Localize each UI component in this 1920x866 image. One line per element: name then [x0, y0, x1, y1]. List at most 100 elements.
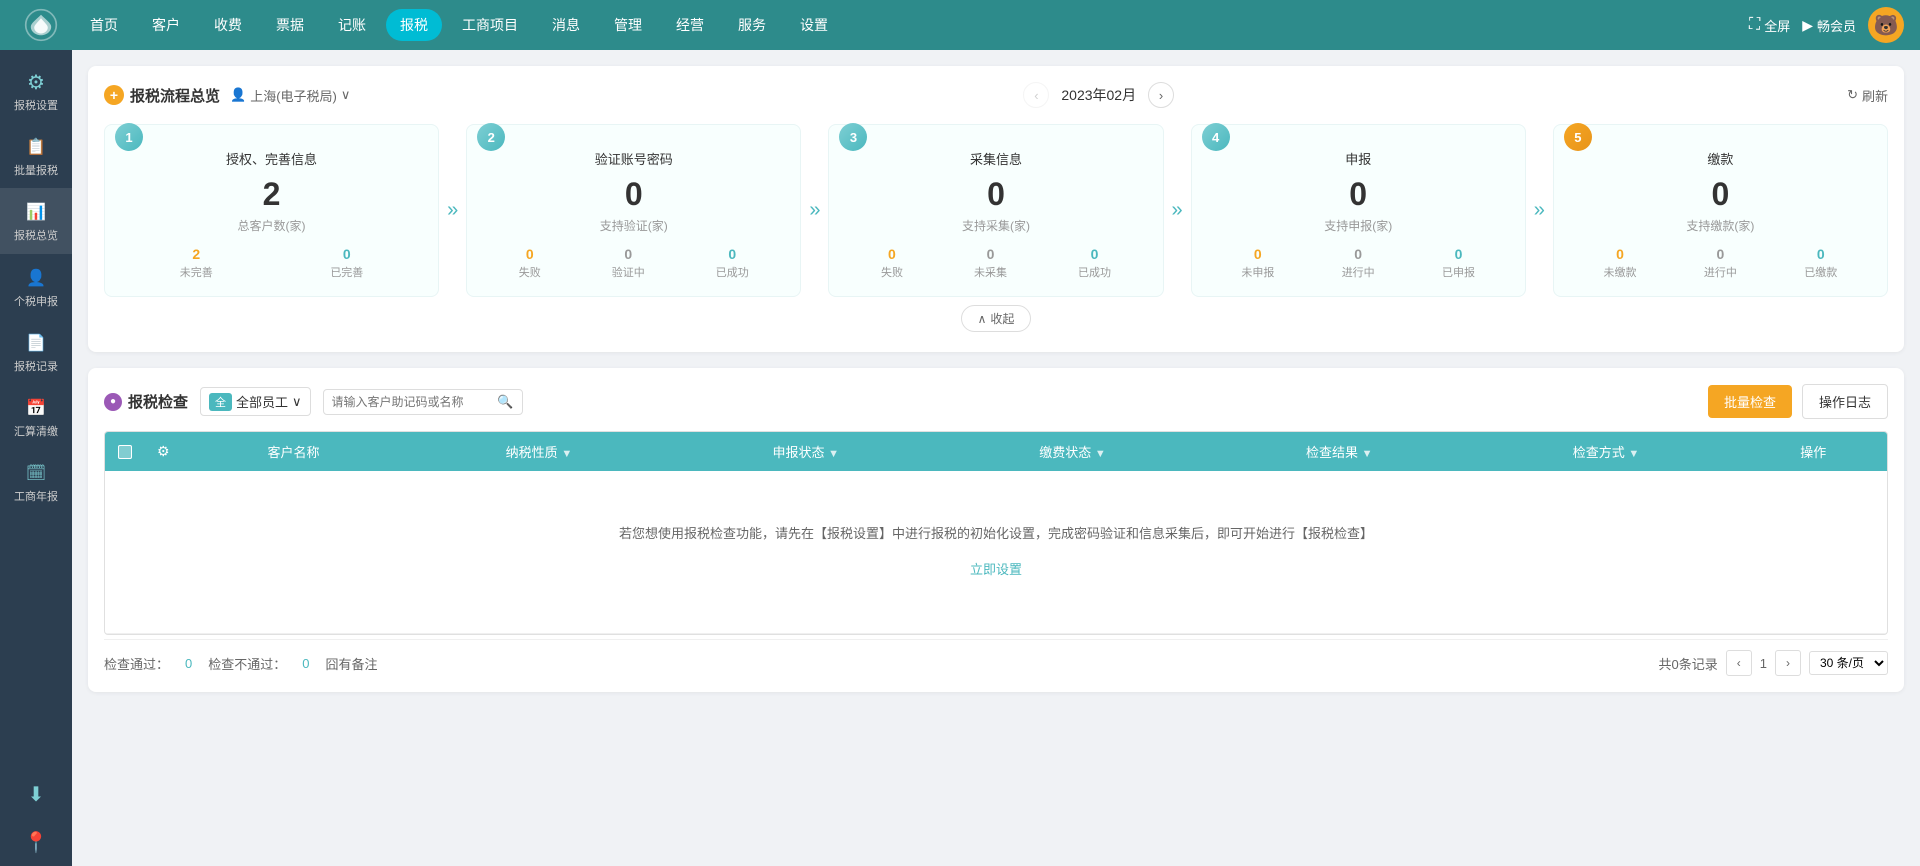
avatar[interactable]: 🐻	[1868, 7, 1904, 43]
fail-value[interactable]: 0	[302, 656, 309, 671]
arrow-2: »	[801, 124, 828, 297]
stat-label-2-2: 已成功	[716, 264, 749, 280]
stat-label-4-0: 未申报	[1241, 264, 1274, 280]
step-count-2: 0	[483, 176, 784, 213]
next-page-btn[interactable]: ›	[1775, 650, 1801, 676]
header-checkbox[interactable]	[117, 445, 133, 459]
nav-item-invoice[interactable]: 票据	[262, 9, 318, 41]
search-icon: 🔍	[497, 394, 513, 410]
sidebar-item-settlement[interactable]: 📅 汇算清缴	[0, 384, 72, 449]
stat-num-3-0: 0	[888, 246, 896, 262]
overview-header: + 报税流程总览 👤 上海(电子税局) ∨ ‹ 2023年02月 › ↻ 刷新	[104, 82, 1888, 108]
filter-icon-2[interactable]: ▼	[828, 448, 839, 460]
nav-item-client[interactable]: 客户	[138, 9, 194, 41]
sidebar-item-location[interactable]: 📍	[18, 818, 54, 866]
nav-item-home[interactable]: 首页	[76, 9, 132, 41]
step-subtitle-3: 支持采集(家)	[845, 217, 1146, 234]
stat-2-1: 0 验证中	[612, 246, 645, 280]
sidebar-item-batch-tax[interactable]: 📋 批量报税	[0, 123, 72, 188]
step-stats-4: 0 未申报 0 进行中 0 已申报	[1208, 246, 1509, 280]
sidebar-bottom: ⬇ 📍	[18, 770, 54, 866]
sidebar-item-download[interactable]: ⬇	[18, 770, 54, 818]
stat-label-1-1: 已完善	[330, 264, 363, 280]
nav-item-business[interactable]: 工商项目	[448, 9, 532, 41]
table-header-row: ⚙ 客户名称 纳税性质 ▼ 申报状态 ▼	[105, 432, 1887, 471]
current-page: 1	[1760, 656, 1767, 671]
sidebar-label-settlement: 汇算清缴	[14, 426, 58, 439]
collapse-btn[interactable]: ∧ 收起	[961, 305, 1032, 332]
empty-state-cell: 若您想使用报税检查功能，请先在【报税设置】中进行报税的初始化设置，完成密码验证和…	[105, 471, 1887, 634]
filter-chevron-icon: ∨	[292, 394, 302, 410]
filter-icon-1[interactable]: ▼	[561, 448, 572, 460]
refresh-btn[interactable]: ↻ 刷新	[1847, 86, 1888, 105]
process-card-4: 4 申报 0 支持申报(家) 0 未申报 0 进行中	[1191, 124, 1526, 297]
search-input[interactable]	[332, 395, 494, 409]
setup-link[interactable]: 立即设置	[970, 562, 1022, 577]
location-tag[interactable]: 👤 上海(电子税局) ∨	[230, 86, 350, 105]
check-title-text: 报税检查	[128, 391, 188, 412]
stat-3-0: 0 失败	[881, 246, 903, 280]
refresh-label: 刷新	[1862, 86, 1888, 105]
check-header: ● 报税检查 全 全部员工 ∨ 🔍 批量检查 操作日志	[104, 384, 1888, 419]
step-subtitle-4: 支持申报(家)	[1208, 217, 1509, 234]
top-nav-right: ⛶ 全屏 ▶ 畅会员 🐻	[1749, 7, 1904, 43]
employee-filter[interactable]: 全 全部员工 ∨	[200, 387, 311, 416]
month-nav: ‹ 2023年02月 ›	[1023, 82, 1174, 108]
nav-item-manage[interactable]: 管理	[600, 9, 656, 41]
prev-month-btn[interactable]: ‹	[1023, 82, 1049, 108]
th-check-result: 检查结果 ▼	[1206, 432, 1473, 471]
filter-icon-3[interactable]: ▼	[1095, 448, 1106, 460]
personal-tax-icon: 👤	[22, 264, 50, 292]
next-month-btn[interactable]: ›	[1148, 82, 1174, 108]
stat-5-1: 0 进行中	[1704, 246, 1737, 280]
table-container: ⚙ 客户名称 纳税性质 ▼ 申报状态 ▼	[104, 431, 1888, 635]
nav-item-bookkeeping[interactable]: 记账	[324, 9, 380, 41]
member-btn[interactable]: ▶ 畅会员	[1802, 16, 1856, 35]
total-records: 共0条记录	[1659, 654, 1718, 673]
empty-state: 若您想使用报税检查功能，请先在【报税设置】中进行报税的初始化设置，完成密码验证和…	[117, 481, 1875, 623]
overview-title-text: 报税流程总览	[130, 85, 220, 106]
stat-label-2-0: 失败	[519, 264, 541, 280]
collapse-row: ∧ 收起	[104, 297, 1888, 336]
stat-num-4-0: 0	[1254, 246, 1262, 262]
refresh-icon: ↻	[1847, 87, 1858, 103]
stat-label-3-1: 未采集	[974, 264, 1007, 280]
per-page-select[interactable]: 30 条/页	[1809, 651, 1888, 675]
sidebar-item-tax-overview[interactable]: 📊 报税总览	[0, 188, 72, 253]
filter-icon-5[interactable]: ▼	[1628, 448, 1639, 460]
note-label: 囧有备注	[326, 654, 378, 673]
gear-icon[interactable]: ⚙	[157, 443, 170, 459]
stat-1-1: 0 已完善	[330, 246, 363, 280]
stat-label-3-0: 失败	[881, 264, 903, 280]
overview-card: + 报税流程总览 👤 上海(电子税局) ∨ ‹ 2023年02月 › ↻ 刷新	[88, 66, 1904, 352]
process-cards: 1 授权、完善信息 2 总客户数(家) 2 未完善 0 已完善	[104, 124, 1888, 297]
step-num-5: 5	[1564, 123, 1592, 151]
filter-icon-4[interactable]: ▼	[1362, 448, 1373, 460]
sidebar-item-personal-tax[interactable]: 👤 个税申报	[0, 254, 72, 319]
th-client-name-text: 客户名称	[268, 445, 320, 460]
arrow-3: »	[1164, 124, 1191, 297]
batch-check-btn[interactable]: 批量检查	[1708, 385, 1792, 418]
stat-2-2: 0 已成功	[716, 246, 749, 280]
sidebar-item-tax-record[interactable]: 📄 报税记录	[0, 319, 72, 384]
operation-log-btn[interactable]: 操作日志	[1802, 384, 1888, 419]
nav-item-settings[interactable]: 设置	[786, 9, 842, 41]
plus-icon: +	[104, 85, 124, 105]
sidebar-item-tax-settings[interactable]: ⚙ 报税设置	[0, 58, 72, 123]
nav-item-fee[interactable]: 收费	[200, 9, 256, 41]
nav-item-tax[interactable]: 报税	[386, 9, 442, 41]
pass-value[interactable]: 0	[185, 656, 192, 671]
nav-item-operation[interactable]: 经营	[662, 9, 718, 41]
fullscreen-btn[interactable]: ⛶ 全屏	[1749, 16, 1790, 35]
th-declare-status: 申报状态 ▼	[672, 432, 939, 471]
nav-item-service[interactable]: 服务	[724, 9, 780, 41]
table-footer: 检查通过： 0 检查不通过： 0 囧有备注 共0条记录 ‹ 1 › 30 条/页	[104, 639, 1888, 676]
annual-report-icon: 🗓	[22, 459, 50, 487]
first-page-btn[interactable]: ‹	[1726, 650, 1752, 676]
sidebar-item-annual-report[interactable]: 🗓 工商年报	[0, 449, 72, 514]
stat-num-4-1: 0	[1354, 246, 1362, 262]
nav-item-message[interactable]: 消息	[538, 9, 594, 41]
location-text: 上海(电子税局)	[250, 86, 337, 105]
check-header-right: 批量检查 操作日志	[1708, 384, 1888, 419]
stat-label-4-2: 已申报	[1442, 264, 1475, 280]
